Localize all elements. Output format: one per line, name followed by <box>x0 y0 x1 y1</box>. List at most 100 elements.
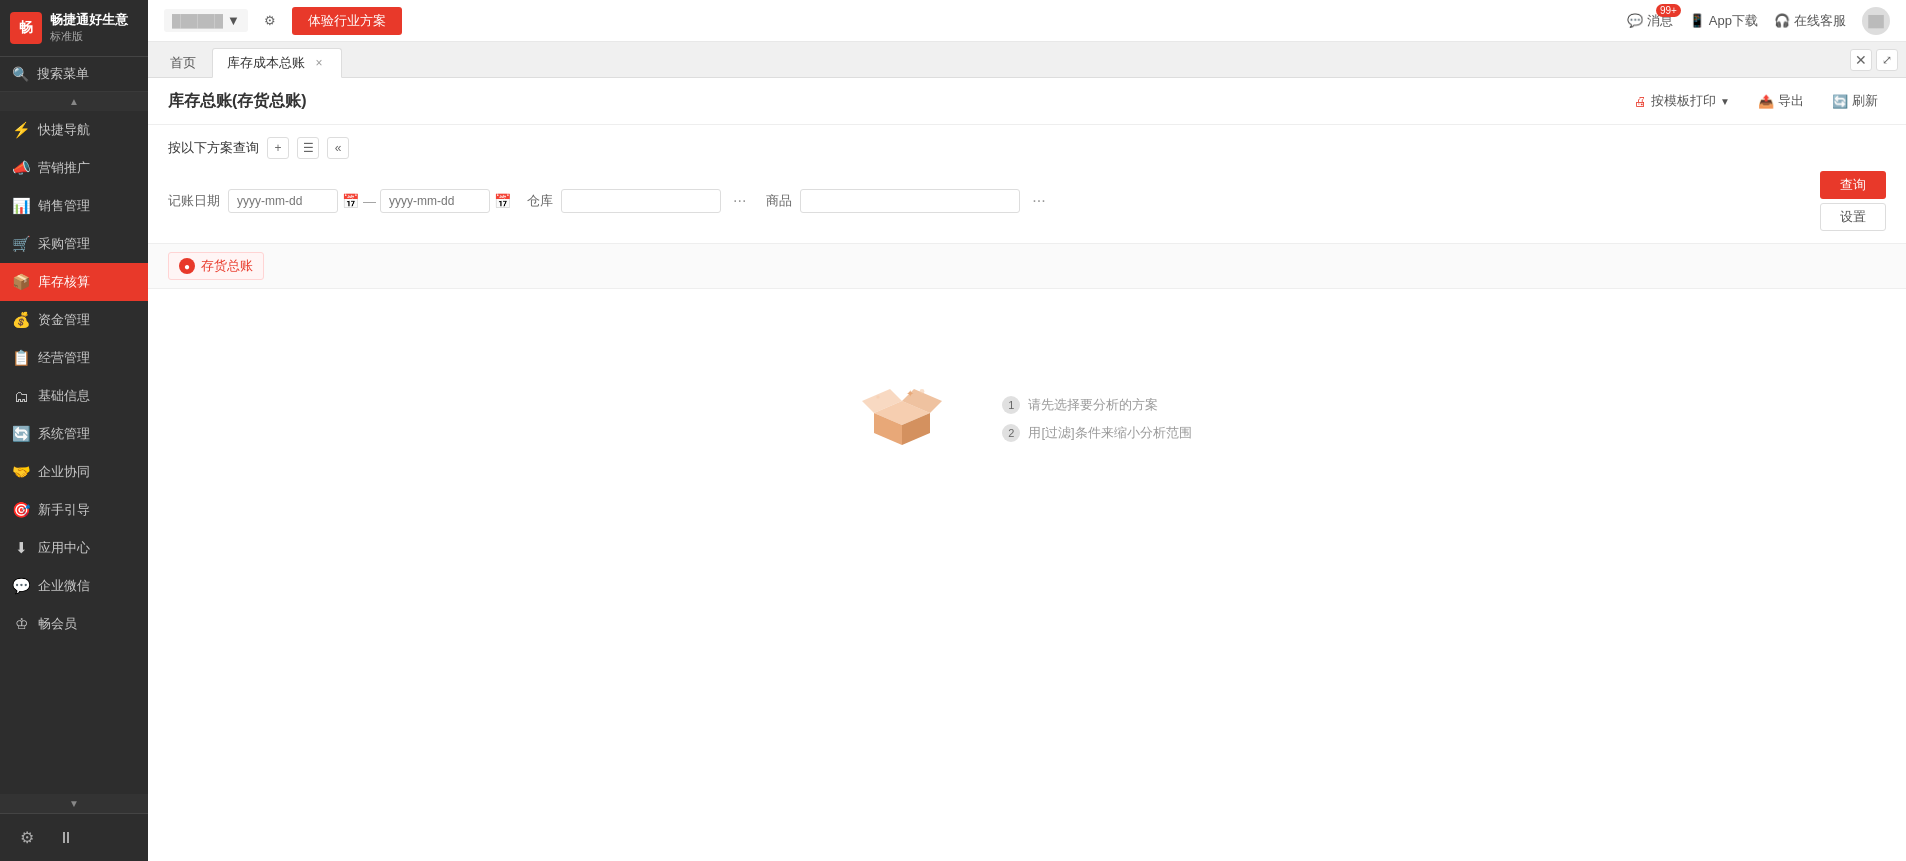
tab-bar: 首页 库存成本总账 × ✕ ⤢ <box>148 42 1906 78</box>
refresh-btn[interactable]: 🔄 刷新 <box>1824 88 1886 114</box>
sidebar-item-finance[interactable]: 💰 资金管理 <box>0 301 148 339</box>
basic-info-icon: 🗂 <box>12 388 30 405</box>
sidebar-item-marketing[interactable]: 📣 营销推广 <box>0 149 148 187</box>
empty-state-content: ✦ 1 请先选择要分析的方案 2 用[过滤]条件来缩小分析范围 <box>862 369 1191 469</box>
search-icon: 🔍 <box>12 66 29 82</box>
expand-panel-btn[interactable]: ⤢ <box>1876 49 1898 71</box>
warehouse-more-btn[interactable]: ··· <box>729 192 750 210</box>
tab-close-btn[interactable]: × <box>311 55 327 71</box>
member-icon: ♔ <box>12 615 30 633</box>
filter-row: 记账日期 📅 — 📅 仓库 ··· <box>168 171 1886 231</box>
sidebar-bottom: ⚙ ⏸ <box>0 813 148 861</box>
main-area: ██████ ▼ ⚙ 体验行业方案 💬 消息 99+ 📱 App下载 🎧 在线客… <box>148 0 1906 861</box>
date-filter-group: 记账日期 📅 — 📅 <box>168 189 511 213</box>
product-input[interactable] <box>800 189 1020 213</box>
tip-num-1: 1 <box>1002 396 1020 414</box>
message-badge: 99+ <box>1656 4 1681 17</box>
settings-small-btn[interactable]: 设置 <box>1820 203 1886 231</box>
app-download-btn[interactable]: 📱 App下载 <box>1689 12 1758 30</box>
sidebar-item-inventory[interactable]: 📦 库存核算 <box>0 263 148 301</box>
sidebar-scroll-up[interactable]: ▲ <box>0 92 148 111</box>
page-title: 库存总账(存货总账) <box>168 91 307 112</box>
sidebar-item-enterprise[interactable]: 🤝 企业协同 <box>0 453 148 491</box>
company-name-text: ██████ <box>172 14 223 28</box>
tab-inventory-ledger[interactable]: 库存成本总账 × <box>212 48 342 78</box>
filter-collapse-btn[interactable]: « <box>327 137 349 159</box>
online-service-btn[interactable]: 🎧 在线客服 <box>1774 12 1846 30</box>
sidebar-logo: 畅 畅捷通好生意 标准版 <box>0 0 148 57</box>
inventory-icon: 📦 <box>12 273 30 291</box>
wechat-icon: 💬 <box>12 577 30 595</box>
sidebar-scroll-down[interactable]: ▼ <box>0 794 148 813</box>
date-label: 记账日期 <box>168 192 220 210</box>
header-settings-btn[interactable]: ⚙ <box>256 7 284 35</box>
operations-icon: 📋 <box>12 349 30 367</box>
close-panel-btn[interactable]: ✕ <box>1850 49 1872 71</box>
sidebar-menu: ⚡ 快捷导航 📣 营销推广 📊 销售管理 🛒 采购管理 📦 库存核算 💰 资金管… <box>0 111 148 794</box>
company-selector[interactable]: ██████ ▼ <box>164 9 248 32</box>
sidebar-search[interactable]: 🔍 搜索菜单 <box>0 57 148 92</box>
chevron-up-icon: ▲ <box>69 96 79 107</box>
filter-title: 按以下方案查询 <box>168 139 259 157</box>
chevron-down-icon: ▼ <box>227 13 240 28</box>
tip-text-2: 用[过滤]条件来缩小分析范围 <box>1028 424 1191 442</box>
empty-illustration: ✦ <box>862 369 962 469</box>
sidebar-item-sales[interactable]: 📊 销售管理 <box>0 187 148 225</box>
sidebar-item-purchase[interactable]: 🛒 采购管理 <box>0 225 148 263</box>
product-label: 商品 <box>766 192 792 210</box>
scheme-item[interactable]: ● 存货总账 <box>168 252 264 280</box>
date-separator: — <box>363 194 376 209</box>
date-input-wrap: 📅 — 📅 <box>228 189 511 213</box>
sidebar-item-system[interactable]: 🔄 系统管理 <box>0 415 148 453</box>
sidebar-item-guide[interactable]: 🎯 新手引导 <box>0 491 148 529</box>
date-end-input[interactable] <box>380 189 490 213</box>
print-template-btn[interactable]: 🖨 按模板打印 ▼ <box>1626 88 1738 114</box>
filter-add-btn[interactable]: + <box>267 137 289 159</box>
calendar-start-icon[interactable]: 📅 <box>342 193 359 209</box>
sales-icon: 📊 <box>12 197 30 215</box>
empty-tip-1: 1 请先选择要分析的方案 <box>1002 396 1191 414</box>
filter-panel: 按以下方案查询 + ☰ « 记账日期 📅 — <box>148 125 1906 244</box>
dropdown-icon: ▼ <box>1720 96 1730 107</box>
add-icon: + <box>274 141 281 155</box>
sidebar-settings-btn[interactable]: ⚙ <box>12 824 42 851</box>
filter-settings-btn[interactable]: ☰ <box>297 137 319 159</box>
purchase-icon: 🛒 <box>12 235 30 253</box>
sidebar-item-app-center[interactable]: ⬇ 应用中心 <box>0 529 148 567</box>
page-content: 库存总账(存货总账) 🖨 按模板打印 ▼ 📤 导出 🔄 刷新 <box>148 78 1906 861</box>
app-center-icon: ⬇ <box>12 539 30 557</box>
sidebar-item-basic-info[interactable]: 🗂 基础信息 <box>0 377 148 415</box>
page-header: 库存总账(存货总账) 🖨 按模板打印 ▼ 📤 导出 🔄 刷新 <box>148 78 1906 125</box>
collapse-icon: « <box>335 141 342 155</box>
scheme-filter: ● 存货总账 <box>148 244 1906 289</box>
quick-nav-icon: ⚡ <box>12 121 30 139</box>
sidebar-audio-btn[interactable]: ⏸ <box>50 825 82 851</box>
sidebar-item-quick-nav[interactable]: ⚡ 快捷导航 <box>0 111 148 149</box>
user-profile-btn[interactable]: ██ <box>1862 7 1890 35</box>
query-btn[interactable]: 查询 <box>1820 171 1886 199</box>
tip-text-1: 请先选择要分析的方案 <box>1028 396 1158 414</box>
export-btn[interactable]: 📤 导出 <box>1750 88 1812 114</box>
headset-icon: 🎧 <box>1774 13 1790 28</box>
tab-home[interactable]: 首页 <box>156 48 210 78</box>
message-btn[interactable]: 💬 消息 99+ <box>1627 12 1673 30</box>
page-header-actions: 🖨 按模板打印 ▼ 📤 导出 🔄 刷新 <box>1626 88 1886 114</box>
warehouse-input[interactable] <box>561 189 721 213</box>
industry-solution-btn[interactable]: 体验行业方案 <box>292 7 402 35</box>
sidebar-item-wechat[interactable]: 💬 企业微信 <box>0 567 148 605</box>
logo-icon: 畅 <box>10 12 42 44</box>
marketing-icon: 📣 <box>12 159 30 177</box>
header-right: 💬 消息 99+ 📱 App下载 🎧 在线客服 ██ <box>1627 7 1890 35</box>
scheme-item-label: 存货总账 <box>201 257 253 275</box>
settings-icon: ☰ <box>303 141 314 155</box>
sidebar-item-operations[interactable]: 📋 经营管理 <box>0 339 148 377</box>
product-more-btn[interactable]: ··· <box>1028 192 1049 210</box>
date-start-input[interactable] <box>228 189 338 213</box>
svg-point-7 <box>877 395 880 398</box>
tab-home-label: 首页 <box>170 54 196 72</box>
sidebar-item-member[interactable]: ♔ 畅会员 <box>0 605 148 643</box>
phone-icon: 📱 <box>1689 13 1705 28</box>
empty-tips: 1 请先选择要分析的方案 2 用[过滤]条件来缩小分析范围 <box>1002 396 1191 442</box>
empty-state: ✦ 1 请先选择要分析的方案 2 用[过滤]条件来缩小分析范围 <box>148 289 1906 549</box>
calendar-end-icon[interactable]: 📅 <box>494 193 511 209</box>
